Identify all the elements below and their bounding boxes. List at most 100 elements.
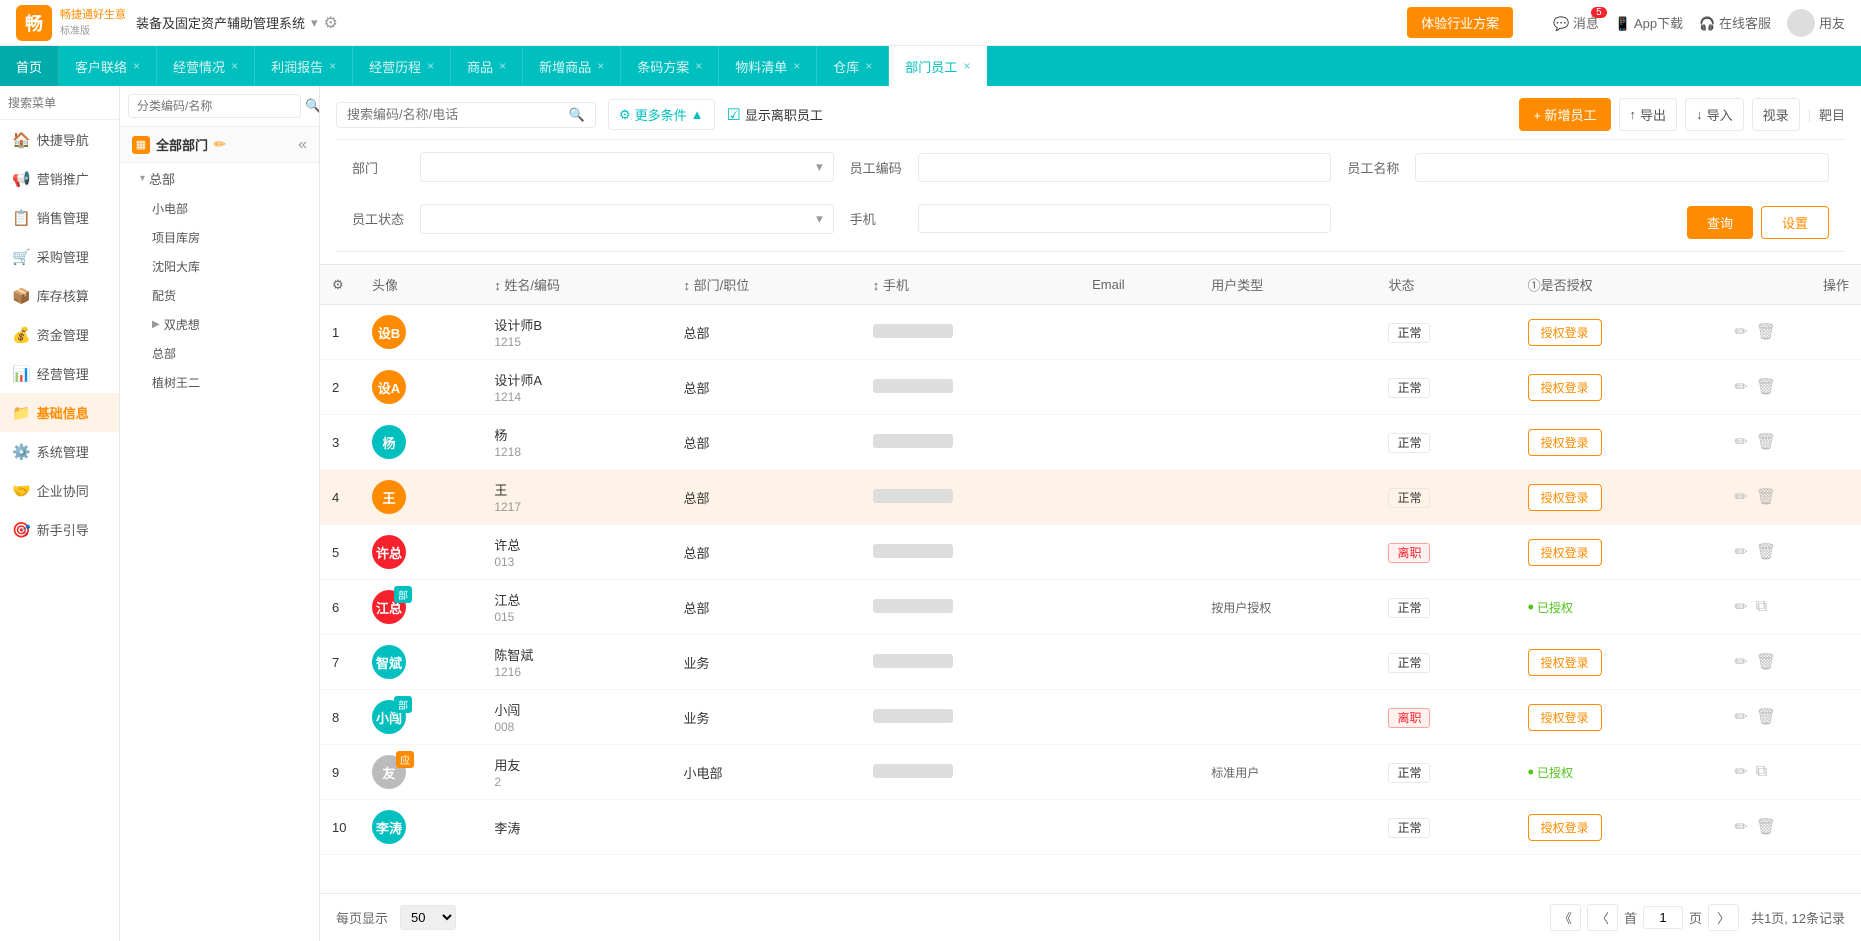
edit-icon[interactable]: ✏ bbox=[1734, 322, 1747, 342]
sidebar-item-stock[interactable]: 📦库存核算 bbox=[0, 276, 119, 315]
emp-name-input[interactable] bbox=[1415, 153, 1829, 182]
delete-icon[interactable]: 🗑 bbox=[1756, 817, 1776, 837]
delete-icon[interactable]: 🗑 bbox=[1756, 542, 1776, 562]
employee-search-input[interactable] bbox=[347, 107, 563, 122]
auth-button[interactable]: 授权登录 bbox=[1528, 429, 1602, 456]
tab-profit[interactable]: 利润报告 × bbox=[255, 46, 353, 86]
sidebar-item-basic[interactable]: 📁基础信息 bbox=[0, 393, 119, 432]
online-service[interactable]: 🎧 在线客服 bbox=[1699, 13, 1771, 32]
sidebar-item-business[interactable]: 📊经营管理 bbox=[0, 354, 119, 393]
phone-input[interactable] bbox=[918, 204, 1332, 233]
edit-icon[interactable]: ✏ bbox=[1734, 542, 1747, 562]
edit-icon[interactable]: ✏ bbox=[1734, 487, 1747, 507]
delete-icon[interactable]: 🗑 bbox=[1756, 707, 1776, 727]
sidebar-item-nav[interactable]: 🏠快捷导航 bbox=[0, 120, 119, 159]
edit-icon[interactable]: ✏ bbox=[1734, 762, 1747, 782]
close-icon[interactable]: × bbox=[329, 59, 336, 73]
page-number-input[interactable] bbox=[1643, 906, 1683, 929]
dept-node-shenyang[interactable]: 沈阳大库 bbox=[120, 252, 319, 281]
auth-button[interactable]: 授权登录 bbox=[1528, 484, 1602, 511]
close-icon[interactable]: × bbox=[499, 59, 506, 73]
tab-new-goods[interactable]: 新增商品 × bbox=[523, 46, 621, 86]
view-button[interactable]: 视录 bbox=[1752, 98, 1800, 131]
close-icon[interactable]: × bbox=[231, 59, 238, 73]
dept-select[interactable]: ▾ bbox=[420, 152, 834, 182]
page-size-select[interactable]: 50 100 200 bbox=[400, 905, 456, 930]
sidebar-item-guide[interactable]: 🎯新手引导 bbox=[0, 510, 119, 549]
sidebar-search-input[interactable] bbox=[8, 96, 120, 110]
auth-button[interactable]: 授权登录 bbox=[1528, 374, 1602, 401]
col-settings-th[interactable]: ⚙ bbox=[320, 265, 360, 305]
emp-status-select[interactable]: ▾ bbox=[420, 204, 834, 234]
close-icon[interactable]: × bbox=[963, 59, 970, 73]
delete-icon[interactable]: 🗑 bbox=[1756, 652, 1776, 672]
close-icon[interactable]: × bbox=[793, 59, 800, 73]
tab-department[interactable]: 部门员工 × bbox=[889, 46, 987, 86]
collapse-icon[interactable]: « bbox=[298, 136, 307, 154]
tab-customer[interactable]: 客户联络 × bbox=[59, 46, 157, 86]
query-button[interactable]: 查询 bbox=[1687, 206, 1753, 239]
sidebar-item-marketing[interactable]: 📢营销推广 bbox=[0, 159, 119, 198]
sidebar-item-finance[interactable]: 💰资金管理 bbox=[0, 315, 119, 354]
auth-button[interactable]: 授权登录 bbox=[1528, 704, 1602, 731]
edit-icon[interactable]: ✏ bbox=[1734, 652, 1747, 672]
edit-icon[interactable]: ✏ bbox=[1734, 817, 1747, 837]
sidebar-item-sales[interactable]: 📋销售管理 bbox=[0, 198, 119, 237]
more-filter-btn[interactable]: ⚙ 更多条件 ▲ bbox=[608, 99, 715, 130]
close-icon[interactable]: × bbox=[597, 59, 604, 73]
close-icon[interactable]: × bbox=[865, 59, 872, 73]
tab-warehouse[interactable]: 仓库 × bbox=[817, 46, 889, 86]
close-icon[interactable]: × bbox=[133, 59, 140, 73]
auth-button[interactable]: 授权登录 bbox=[1528, 539, 1602, 566]
delete-icon[interactable]: 🗑 bbox=[1756, 322, 1776, 342]
set-button[interactable]: 设置 bbox=[1761, 206, 1829, 239]
sidebar-item-system[interactable]: ⚙️系统管理 bbox=[0, 432, 119, 471]
emp-code-input[interactable] bbox=[918, 153, 1332, 182]
dept-node-zhishu[interactable]: 植树王二 bbox=[120, 368, 319, 397]
dept-node-shuanghu[interactable]: ▶ 双虎想 bbox=[120, 310, 319, 339]
dept-node-zongbu2[interactable]: 总部 bbox=[120, 339, 319, 368]
dept-node-xiaodian[interactable]: 小电部 bbox=[120, 194, 319, 223]
edit-icon[interactable]: ✏ bbox=[1734, 377, 1747, 397]
dropdown-icon[interactable]: ▾ bbox=[311, 15, 318, 31]
close-icon[interactable]: × bbox=[427, 59, 434, 73]
tab-goods[interactable]: 商品 × bbox=[451, 46, 523, 86]
show-resign-toggle[interactable]: ☑ 显示离职员工 bbox=[727, 105, 823, 125]
app-download[interactable]: 📱 App下载 bbox=[1615, 13, 1683, 32]
tab-bom[interactable]: 物料清单 × bbox=[719, 46, 817, 86]
add-employee-button[interactable]: + 新增员工 bbox=[1519, 98, 1610, 131]
import-button[interactable]: ↓ 导入 bbox=[1685, 98, 1744, 131]
close-icon[interactable]: × bbox=[695, 59, 702, 73]
col-phone[interactable]: ↕ 手机 bbox=[861, 265, 1080, 305]
copy-icon[interactable]: ⧉ bbox=[1756, 598, 1767, 616]
delete-icon[interactable]: 🗑 bbox=[1756, 432, 1776, 452]
user-avatar[interactable]: 用友 bbox=[1787, 9, 1845, 37]
gear-icon[interactable]: ⚙ bbox=[324, 13, 338, 33]
dept-edit-icon[interactable]: ✏ bbox=[214, 136, 226, 153]
prev-page-btn[interactable]: 〈 bbox=[1587, 904, 1618, 931]
tab-barcode[interactable]: 条码方案 × bbox=[621, 46, 719, 86]
dept-all-label[interactable]: 全部部门 bbox=[156, 135, 208, 154]
col-dept[interactable]: ↕ 部门/职位 bbox=[672, 265, 861, 305]
dept-search-input[interactable] bbox=[128, 94, 301, 118]
delete-icon[interactable]: 🗑 bbox=[1756, 487, 1776, 507]
copy-icon[interactable]: ⧉ bbox=[1756, 763, 1767, 781]
dept-node-zongbu[interactable]: ▾ 总部 bbox=[120, 163, 319, 194]
first-page-btn[interactable]: 《 bbox=[1550, 904, 1581, 931]
tab-operations[interactable]: 经营情况 × bbox=[157, 46, 255, 86]
auth-button[interactable]: 授权登录 bbox=[1528, 319, 1602, 346]
tab-history[interactable]: 经营历程 × bbox=[353, 46, 451, 86]
delete-icon[interactable]: 🗑 bbox=[1756, 377, 1776, 397]
export-button[interactable]: ↑ 导出 bbox=[1619, 98, 1678, 131]
edit-icon[interactable]: ✏ bbox=[1734, 707, 1747, 727]
auth-button[interactable]: 授权登录 bbox=[1528, 814, 1602, 841]
col-settings-icon[interactable]: 靶目 bbox=[1819, 105, 1845, 124]
dept-node-peihuo[interactable]: 配货 bbox=[120, 281, 319, 310]
sidebar-item-collab[interactable]: 🤝企业协同 bbox=[0, 471, 119, 510]
sidebar-item-purchase[interactable]: 🛒采购管理 bbox=[0, 237, 119, 276]
edit-icon[interactable]: ✏ bbox=[1734, 432, 1747, 452]
edit-icon[interactable]: ✏ bbox=[1734, 597, 1747, 617]
message-icon[interactable]: 💬 消息 5 bbox=[1553, 13, 1599, 32]
col-name[interactable]: ↕ 姓名/编码 bbox=[482, 265, 671, 305]
next-page-btn[interactable]: 〉 bbox=[1708, 904, 1739, 931]
